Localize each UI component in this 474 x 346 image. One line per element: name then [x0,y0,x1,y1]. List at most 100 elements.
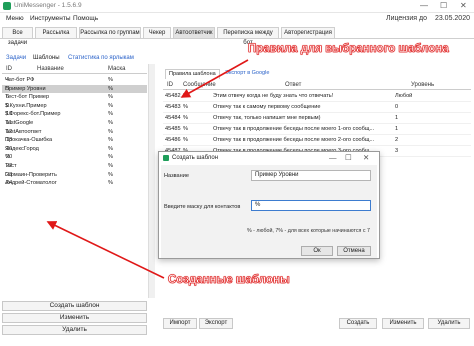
rule-id: 45486 [165,137,181,143]
template-row[interactable]: 20%% [2,153,147,162]
rule-row[interactable]: 45485% Отвечу так в продолжение беседы по… [163,124,471,135]
rule-row[interactable]: 45486% Отвечу так в продолжение беседы по… [163,135,471,146]
template-name: Андрей-Стоматолог [5,180,57,187]
tab-autoregistration[interactable]: Авторегистрация [281,27,335,39]
rule-message: % [183,126,188,132]
created-annotation: Созданные шаблоны [168,274,290,287]
edit-template-button[interactable]: Изменить [2,313,147,323]
ok-button[interactable]: Ок [301,246,333,256]
template-name: TestАвтоответ [5,128,42,135]
tab-bot-chat[interactable]: Переписка между бот [217,27,279,46]
rule-message: % [183,104,188,110]
rule-id: 45485 [165,126,181,132]
template-row[interactable]: 16 ЯндексГород% [2,145,147,154]
dialog-app-icon [163,155,169,161]
rule-message: % [183,115,188,121]
rule-answer: Отвечу так к самому первому сообщение [213,104,321,110]
rule-level: 3 [395,148,399,154]
create-rule-button[interactable]: Создать [339,318,377,329]
main-tabs: Все задачи Рассылка Рассылка по группам … [0,27,474,46]
template-row[interactable]: 5 Пример Уровни% [2,84,147,94]
rule-id: 45484 [165,115,181,121]
template-row[interactable]: 24 Андрей-Стоматолог% [2,179,147,188]
edit-rule-button[interactable]: Изменить [382,318,424,329]
rule-answer: Этим отвечу когда не буду знать что отве… [213,93,334,99]
import-button[interactable]: Импорт [163,318,197,329]
dialog-minimize-button[interactable]: — [329,153,337,162]
close-button[interactable]: ✕ [460,1,467,10]
template-mask: % [108,171,113,178]
template-name: Прокачка-Ошибка [5,137,53,144]
dialog-title: Создать шаблон [172,155,219,161]
subtab-label-stats[interactable]: Статистика по ярлыкам [68,53,134,64]
col-name: Название [37,66,64,72]
create-template-dialog: Создать шаблон — ☐ ✕ Название Пример Уро… [158,151,380,259]
rules-annotation: Правила для выбранного шаблона [248,43,449,56]
template-mask: % [108,163,113,169]
template-mask: % [108,94,113,101]
template-row[interactable]: 23 Гермаин-Проверить% [2,171,147,180]
dialog-body: Название Пример Уровни Введите маску для… [161,165,377,258]
template-row[interactable]: 10 $.Форекс-бот.Пример% [2,110,147,119]
app-logo-icon [3,2,11,10]
dialog-title-bar: Создать шаблон — ☐ ✕ [159,152,379,164]
template-row[interactable]: 13 Прокачка-Ошибка% [2,136,147,145]
rule-level: Любой [395,93,413,99]
template-name: $.Форекс-бот.Пример [5,111,61,118]
template-name-field[interactable]: Пример Уровни [251,170,371,181]
rule-answer: Отвечу так, только напишет мне первым) [213,115,321,121]
cancel-button[interactable]: Отмена [337,246,371,256]
menu-tools[interactable]: Инструменты [30,15,71,22]
template-row[interactable]: 9 $.Кухни.Пример% [2,102,147,111]
template-name: Гермаин-Проверить [5,171,57,178]
template-name: ЯндексГород [5,145,39,152]
template-row[interactable]: 12 TestАвтоответ% [2,128,147,137]
tab-checker[interactable]: Чекер [143,27,171,39]
subtab-tasks[interactable]: Задачи [6,53,26,64]
rule-message: % [183,93,188,99]
tab-autoresponder[interactable]: Автоответчик [173,27,215,39]
rule-row[interactable]: 45484% Отвечу так, только напишет мне пер… [163,113,471,124]
mask-field[interactable]: % [251,200,371,211]
create-template-button[interactable]: Создать шаблон [2,301,147,311]
mask-hint: % - любой, 7% - для всех которые начинаю… [247,228,370,234]
dialog-close-button[interactable]: ✕ [363,153,369,162]
rule-level: 0 [395,104,399,110]
rule-level: 1 [395,115,399,121]
template-name: Тест-бот Пример [5,94,50,101]
rule-message: % [183,137,188,143]
tab-export-google[interactable]: Экспорт в Google [225,69,269,79]
template-row[interactable]: 22 Тест% [2,162,147,171]
template-mask: % [108,111,113,118]
template-mask: % [108,145,113,152]
tab-mailing[interactable]: Рассылка [35,27,77,39]
rules-col-id: ID [167,82,173,88]
rules-header: ID Сообщение Ответ Уровень [163,80,471,90]
rule-id: 45483 [165,104,181,110]
delete-template-button[interactable]: Удалить [2,325,147,335]
rule-answer: Отвечу так в продолжение беседы после мо… [213,126,375,132]
export-button[interactable]: Экспорт [199,318,233,329]
template-mask: % [108,102,113,109]
tab-group-mailing[interactable]: Рассылка по группам [79,27,141,39]
templates-scrollbar[interactable] [148,64,155,298]
tab-template-rules[interactable]: Правила шаблона [165,69,220,79]
rules-col-answer: Ответ [285,82,302,88]
sub-tabs: Задачи Шаблоны Статистика по ярлыкам [0,53,158,64]
menu-main[interactable]: Меню [6,15,24,22]
menu-help[interactable]: Помощь [73,15,98,22]
minimize-button[interactable]: — [420,1,428,10]
rule-row[interactable]: 45483% Отвечу так к самому первому сообще… [163,102,471,113]
rule-row[interactable]: 45482% Этим отвечу когда не буду знать чт… [163,91,471,102]
template-row[interactable]: 11 TestGoogle% [2,119,147,128]
delete-rule-button[interactable]: Удалить [428,318,470,329]
template-row[interactable]: 4 Чат-бот РФ% [2,76,147,85]
maximize-button[interactable]: ☐ [440,1,447,10]
subtab-templates[interactable]: Шаблоны [33,53,60,64]
template-row[interactable]: 6 Тест-бот Пример% [2,93,147,102]
tab-all-tasks[interactable]: Все задачи [2,27,33,46]
license-date: 23.05.2020 [434,15,470,22]
templates-list: 4 Чат-бот РФ% 5 Пример Уровни% 6 Тест-бот При… [2,76,147,296]
template-name: $.Кухни.Пример [5,102,47,109]
dialog-maximize-button[interactable]: ☐ [345,153,352,162]
